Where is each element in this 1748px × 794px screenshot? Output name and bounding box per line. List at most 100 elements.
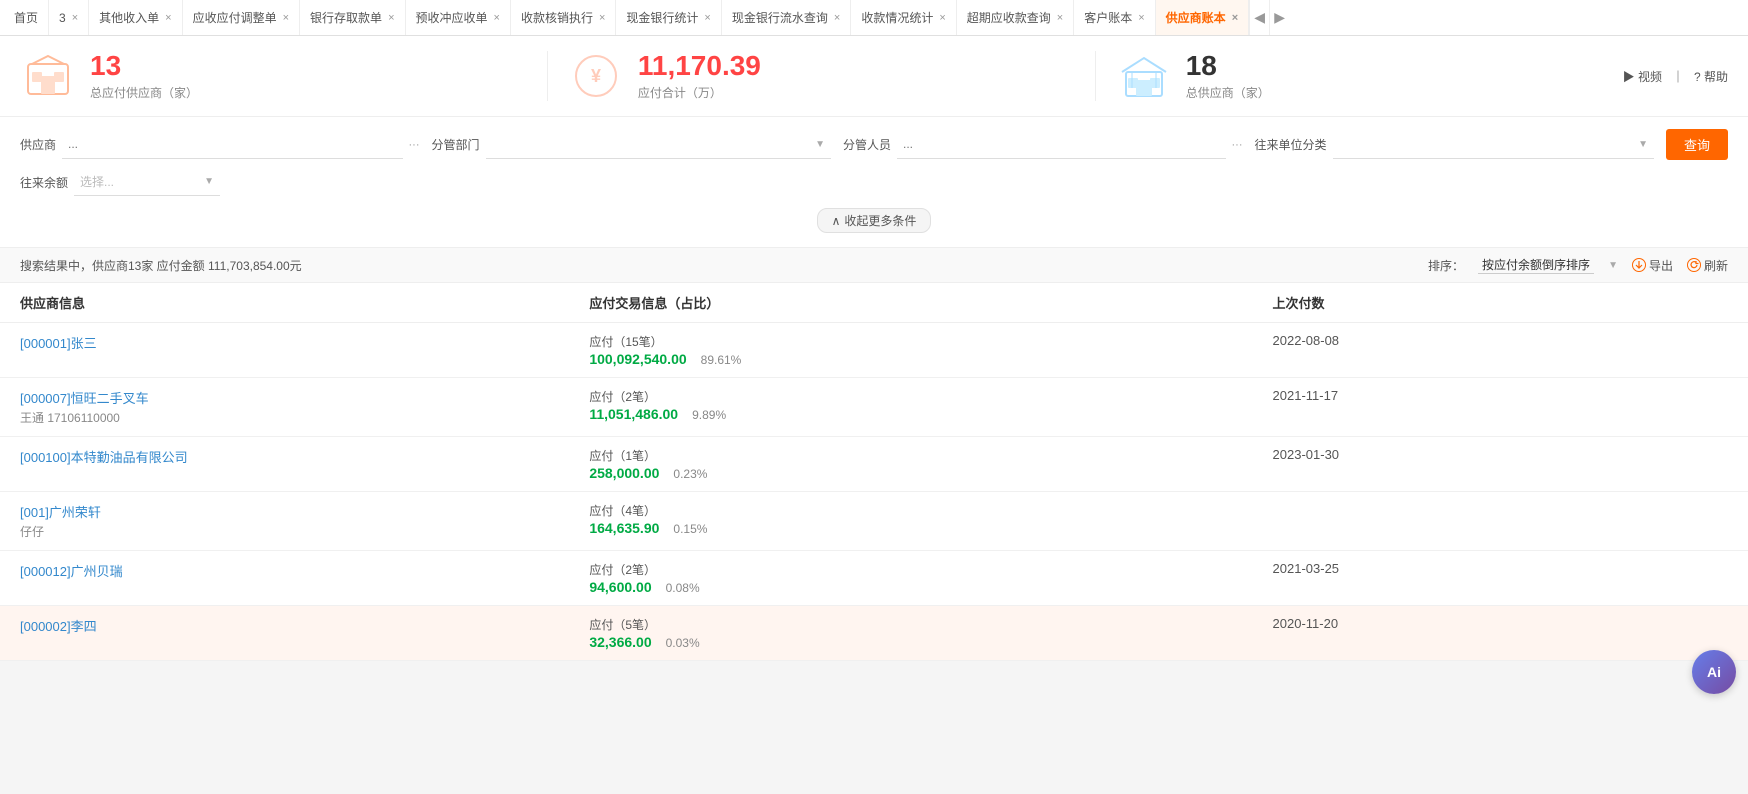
table-row[interactable]: [000001]张三 应付（15笔） 100,092,540.00 89.61%… bbox=[0, 323, 1748, 378]
sort-select[interactable]: 按应付余额倒序排序 bbox=[1478, 256, 1594, 274]
query-button[interactable]: 查询 bbox=[1666, 129, 1728, 160]
transaction-cell: 应付（15笔） 100,092,540.00 89.61% bbox=[589, 333, 1272, 367]
nav-next-arrow[interactable]: ▶ bbox=[1269, 0, 1289, 36]
nav-tab-label: 超期应收款查询 bbox=[967, 9, 1051, 26]
dept-filter-select[interactable]: ▼ bbox=[486, 131, 831, 159]
close-icon[interactable]: × bbox=[165, 12, 171, 24]
supplier-name-link[interactable]: [001]广州荣轩 bbox=[20, 502, 589, 521]
tx-amount: 11,051,486.00 bbox=[589, 406, 678, 422]
nav-tab-label: 银行存取款单 bbox=[310, 9, 382, 26]
tx-label: 应付（4笔） bbox=[589, 504, 656, 518]
close-icon[interactable]: × bbox=[704, 12, 710, 24]
table-row[interactable]: [001]广州荣轩 仔仔 应付（4笔） 164,635.90 0.15% bbox=[0, 492, 1748, 551]
supplier-icon bbox=[20, 48, 76, 104]
filter-category: 往来单位分类 ▼ bbox=[1255, 131, 1655, 159]
supplier-name-link[interactable]: [000100]本特勤油品有限公司 bbox=[20, 447, 589, 466]
supplier-name-link[interactable]: [000002]李四 bbox=[20, 616, 589, 635]
close-icon[interactable]: × bbox=[1232, 12, 1238, 24]
nav-tab-label: 首页 bbox=[14, 9, 38, 26]
nav-tab-overdue[interactable]: 超期应收款查询 × bbox=[957, 0, 1074, 36]
lastpay-cell: 2020-11-20 bbox=[1273, 616, 1728, 631]
close-icon[interactable]: × bbox=[599, 12, 605, 24]
nav-tab-ar-adjust[interactable]: 应收应付调整单 × bbox=[183, 0, 300, 36]
category-filter-label: 往来单位分类 bbox=[1255, 136, 1327, 153]
table-row[interactable]: [000012]广州贝瑞 应付（2笔） 94,600.00 0.08% 2021… bbox=[0, 551, 1748, 606]
summary-bar: 13 总应付供应商（家） ¥ 11,170.39 应付合计（万） bbox=[0, 36, 1748, 117]
export-button[interactable]: 导出 bbox=[1632, 257, 1673, 274]
table-row[interactable]: [000100]本特勤油品有限公司 应付（1笔） 258,000.00 0.23… bbox=[0, 437, 1748, 492]
nav-prev-arrow[interactable]: ◀ bbox=[1249, 0, 1269, 36]
nav-tab-cash-flow[interactable]: 现金银行流水查询 × bbox=[722, 0, 851, 36]
transaction-cell: 应付（1笔） 258,000.00 0.23% bbox=[589, 447, 1272, 481]
close-icon[interactable]: × bbox=[1057, 12, 1063, 24]
result-info-text: 搜索结果中，供应商13家 应付金额 111,703,854.00元 bbox=[20, 257, 302, 274]
payable-amount-label: 应付合计（万） bbox=[638, 84, 761, 101]
nav-tab-label: 供应商账本 bbox=[1166, 9, 1226, 26]
table-row[interactable]: [000007]恒旺二手叉车 王通 17106110000 应付（2笔） 11,… bbox=[0, 378, 1748, 437]
video-link[interactable]: ▶ 视频 bbox=[1623, 68, 1662, 85]
nav-tab-customer-ledger[interactable]: 客户账本 × bbox=[1074, 0, 1155, 36]
nav-tab-label: 收款情况统计 bbox=[861, 9, 933, 26]
filter-dept: 分管部门 ▼ bbox=[432, 131, 832, 159]
refresh-button[interactable]: 刷新 bbox=[1687, 257, 1728, 274]
chevron-down-icon: ▼ bbox=[815, 139, 825, 150]
supplier-name-link[interactable]: [000001]张三 bbox=[20, 333, 589, 352]
nav-tab-prepay[interactable]: 预收冲应收单 × bbox=[406, 0, 511, 36]
col-header-lastpay: 上次付数 bbox=[1273, 293, 1728, 312]
filter-row-1: 供应商 ··· 分管部门 ▼ 分管人员 ··· 往来单位分类 ▼ 查询 bbox=[20, 129, 1728, 160]
amount-icon: ¥ bbox=[568, 48, 624, 104]
category-filter-select[interactable]: ▼ bbox=[1333, 131, 1654, 159]
supplier-name-link[interactable]: [000007]恒旺二手叉车 bbox=[20, 388, 589, 407]
nav-tab-3[interactable]: 3 × bbox=[49, 0, 89, 36]
tx-label: 应付（2笔） bbox=[589, 563, 656, 577]
tx-pct: 0.23% bbox=[673, 467, 707, 481]
person-filter-label: 分管人员 bbox=[843, 136, 891, 153]
nav-tab-home[interactable]: 首页 bbox=[4, 0, 49, 36]
question-icon: ? bbox=[1694, 70, 1701, 84]
payable-supplier-label: 总应付供应商（家） bbox=[90, 84, 198, 101]
person-filter-input[interactable] bbox=[897, 131, 1225, 159]
nav-tab-label: 现金银行统计 bbox=[626, 9, 698, 26]
close-icon[interactable]: × bbox=[283, 12, 289, 24]
ai-badge-label: Ai bbox=[1707, 664, 1721, 680]
tx-amount: 32,366.00 bbox=[589, 634, 651, 650]
help-link[interactable]: ? 帮助 bbox=[1694, 68, 1728, 85]
balance-filter-label: 往来余额 bbox=[20, 174, 68, 191]
nav-tab-collection[interactable]: 收款核销执行 × bbox=[511, 0, 616, 36]
close-icon[interactable]: × bbox=[834, 12, 840, 24]
export-icon bbox=[1632, 258, 1646, 272]
nav-tab-supplier-ledger[interactable]: 供应商账本 × bbox=[1156, 0, 1249, 36]
tx-pct: 89.61% bbox=[701, 353, 742, 367]
nav-tab-collection-stats[interactable]: 收款情况统计 × bbox=[851, 0, 956, 36]
nav-tab-other-income[interactable]: 其他收入单 × bbox=[89, 0, 182, 36]
summary-card-payable-suppliers: 13 总应付供应商（家） bbox=[20, 48, 527, 104]
supplier-name-link[interactable]: [000012]广州贝瑞 bbox=[20, 561, 589, 580]
close-icon[interactable]: × bbox=[494, 12, 500, 24]
video-icon: ▶ bbox=[1623, 70, 1635, 84]
collapse-button[interactable]: ∧ 收起更多条件 bbox=[817, 208, 932, 233]
summary-card-total-suppliers: 18 总供应商（家） bbox=[1116, 48, 1623, 104]
svg-text:¥: ¥ bbox=[591, 66, 601, 86]
ai-badge[interactable]: Ai bbox=[1692, 650, 1736, 694]
supplier-info-cell: [001]广州荣轩 仔仔 bbox=[20, 502, 589, 540]
supplier-filter-label: 供应商 bbox=[20, 136, 56, 153]
nav-tab-bank-deposit[interactable]: 银行存取款单 × bbox=[300, 0, 405, 36]
top-right-links: ▶ 视频 ｜ ? 帮助 bbox=[1623, 68, 1728, 85]
col-header-transaction: 应付交易信息（占比） bbox=[589, 293, 1272, 312]
supplier-filter-input[interactable] bbox=[62, 131, 402, 159]
nav-tab-label: 预收冲应收单 bbox=[416, 9, 488, 26]
close-icon[interactable]: × bbox=[1138, 12, 1144, 24]
tx-amount-row: 94,600.00 0.08% bbox=[589, 578, 1272, 595]
tx-label: 应付（2笔） bbox=[589, 390, 656, 404]
close-icon[interactable]: × bbox=[72, 12, 78, 24]
lastpay-date: 2021-03-25 bbox=[1273, 561, 1340, 576]
balance-filter-select[interactable]: 选择... ▼ bbox=[74, 168, 220, 196]
close-icon[interactable]: × bbox=[388, 12, 394, 24]
table-row[interactable]: [000002]李四 应付（5笔） 32,366.00 0.03% 2020-1… bbox=[0, 606, 1748, 661]
card-content-amount: 11,170.39 应付合计（万） bbox=[638, 51, 761, 101]
tx-label: 应付（5笔） bbox=[589, 618, 656, 632]
sort-label: 排序： bbox=[1428, 257, 1464, 274]
close-icon[interactable]: × bbox=[939, 12, 945, 24]
filter-person: 分管人员 ··· bbox=[843, 131, 1243, 159]
nav-tab-cash-bank[interactable]: 现金银行统计 × bbox=[616, 0, 721, 36]
